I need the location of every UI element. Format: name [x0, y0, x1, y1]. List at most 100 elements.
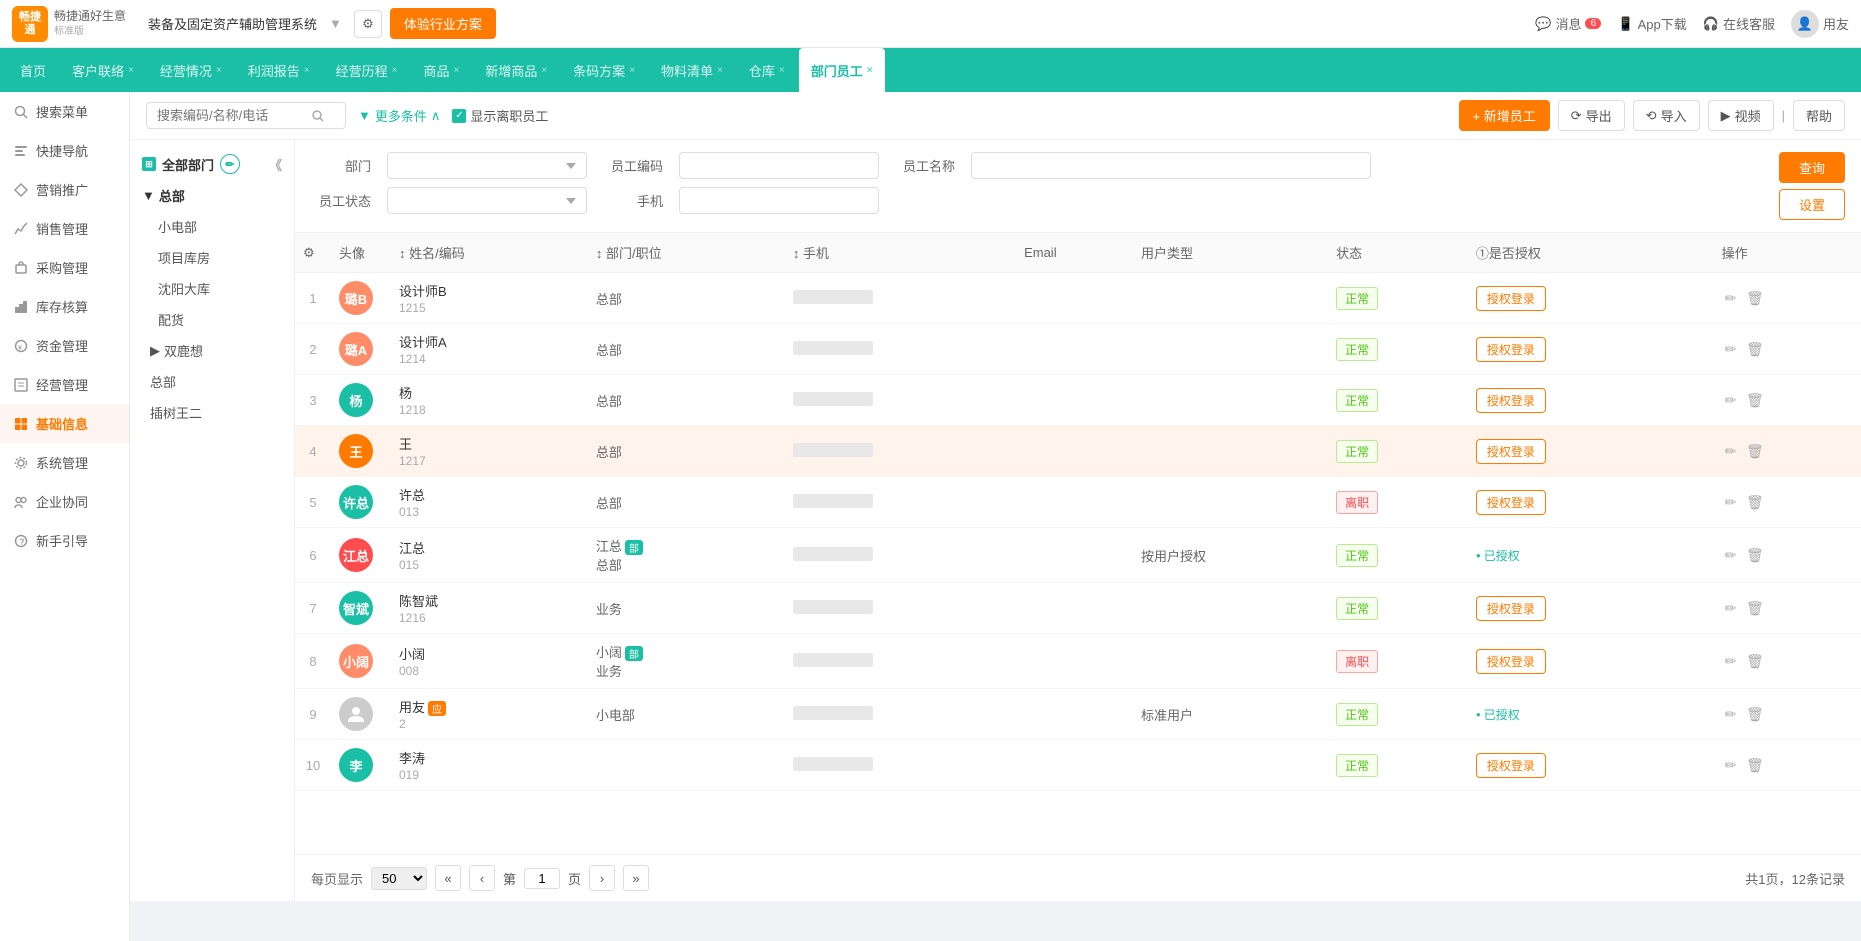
delete-btn[interactable]: 🗑 [1746, 341, 1764, 357]
user-menu[interactable]: 👤 用友 [1791, 10, 1849, 38]
phone-input[interactable] [679, 187, 879, 214]
col-settings[interactable]: ⚙ [295, 233, 331, 273]
sidebar-item-system[interactable]: 系统管理 [0, 443, 129, 482]
auth-button[interactable]: 授权登录 [1476, 337, 1546, 362]
sidebar-item-marketing[interactable]: 营销推广 [0, 170, 129, 209]
emp-code-input[interactable] [679, 152, 879, 179]
dept-item-shenyang[interactable]: 沈阳大库 [130, 273, 294, 304]
online-service-button[interactable]: 🎧 在线客服 [1703, 14, 1775, 33]
sidebar-item-basic[interactable]: 基础信息 [0, 404, 129, 443]
dept-group-headquarters[interactable]: ▼ 总部 [130, 180, 294, 211]
app-download-button[interactable]: 📱 App下载 [1617, 14, 1686, 33]
delete-btn[interactable]: 🗑 [1746, 392, 1764, 408]
tab-warehouse[interactable]: 仓库 × [737, 48, 797, 92]
dropdown-arrow[interactable]: ▼ [329, 16, 342, 31]
auth-button[interactable]: 授权登录 [1476, 596, 1546, 621]
tab-goods[interactable]: 商品 × [411, 48, 471, 92]
search-input[interactable] [157, 108, 307, 123]
sidebar-item-stock[interactable]: 库存核算 [0, 287, 129, 326]
edit-btn[interactable]: ✏ [1725, 443, 1737, 459]
edit-btn[interactable]: ✏ [1725, 757, 1737, 773]
status-badge: 离职 [1336, 491, 1378, 514]
search-icon-btn[interactable] [311, 109, 325, 123]
first-page-btn[interactable]: « [435, 865, 461, 891]
more-conditions-btn[interactable]: ▼ 更多条件 ∧ [358, 106, 440, 125]
dept-collapse-btn[interactable]: 《 [269, 155, 282, 174]
sidebar-item-nav[interactable]: 快捷导航 [0, 131, 129, 170]
edit-btn[interactable]: ✏ [1725, 706, 1737, 722]
dept-select[interactable] [387, 152, 587, 179]
delete-btn[interactable]: 🗑 [1746, 443, 1764, 459]
messages-button[interactable]: 💬 消息 6 [1535, 14, 1601, 33]
col-name[interactable]: ↕ 姓名/编码 [391, 233, 588, 273]
tab-employees[interactable]: 部门员工 × [799, 48, 885, 92]
edit-btn[interactable]: ✏ [1725, 547, 1737, 563]
edit-btn[interactable]: ✏ [1725, 600, 1737, 616]
tab-business-status[interactable]: 经营情况 × [148, 48, 234, 92]
sidebar-item-search[interactable]: 搜索菜单 [0, 92, 129, 131]
dept-item-zongbu[interactable]: 总部 [130, 366, 294, 397]
tab-business-history[interactable]: 经营历程 × [324, 48, 410, 92]
export-button[interactable]: ⟳ 导出 [1558, 100, 1625, 131]
query-button[interactable]: 查询 [1779, 152, 1845, 183]
auth-button[interactable]: 授权登录 [1476, 649, 1546, 674]
dept-item-xiaodian[interactable]: 小电部 [130, 211, 294, 242]
auth-button[interactable]: 授权登录 [1476, 439, 1546, 464]
sales-icon [14, 222, 28, 236]
dept-item-chushu[interactable]: 插树王二 [130, 397, 294, 428]
edit-btn[interactable]: ✏ [1725, 290, 1737, 306]
tab-profit-report[interactable]: 利润报告 × [236, 48, 322, 92]
tab-new-goods[interactable]: 新增商品 × [473, 48, 559, 92]
delete-btn[interactable]: 🗑 [1746, 706, 1764, 722]
show-resigned-toggle[interactable]: ✓ 显示离职员工 [452, 106, 548, 125]
edit-btn[interactable]: ✏ [1725, 494, 1737, 510]
row-num: 2 [295, 324, 331, 375]
view-button[interactable]: ▶ 视频 [1708, 100, 1774, 131]
edit-btn[interactable]: ✏ [1725, 653, 1737, 669]
dept-item-shuanglu[interactable]: ▶ 双鹿想 [130, 335, 294, 366]
dept-item-peihuo[interactable]: 配货 [130, 304, 294, 335]
dept-item-project[interactable]: 项目库房 [130, 242, 294, 273]
help-button[interactable]: 帮助 [1793, 100, 1845, 131]
row-name: 江总015 [391, 528, 588, 583]
sidebar-item-cooperation[interactable]: 企业协同 [0, 482, 129, 521]
delete-btn[interactable]: 🗑 [1746, 653, 1764, 669]
auth-button[interactable]: 授权登录 [1476, 753, 1546, 778]
trial-button[interactable]: 体验行业方案 [390, 8, 496, 39]
delete-btn[interactable]: 🗑 [1746, 494, 1764, 510]
next-page-btn[interactable]: › [589, 865, 615, 891]
sidebar-item-finance[interactable]: ¥ 资金管理 [0, 326, 129, 365]
add-employee-button[interactable]: + 新增员工 [1459, 100, 1550, 131]
settings-icon[interactable]: ⚙ [354, 10, 382, 38]
auth-button[interactable]: 授权登录 [1476, 388, 1546, 413]
col-dept[interactable]: ↕ 部门/职位 [588, 233, 785, 273]
dept-edit-btn[interactable]: ✏ [220, 154, 240, 174]
sidebar-item-business[interactable]: 经营管理 [0, 365, 129, 404]
tab-barcode[interactable]: 条码方案 × [561, 48, 647, 92]
row-email [1016, 634, 1133, 689]
last-page-btn[interactable]: » [623, 865, 649, 891]
sidebar-item-guide[interactable]: ? 新手引导 [0, 521, 129, 560]
emp-name-input[interactable] [971, 152, 1371, 179]
sidebar-item-purchase[interactable]: 采购管理 [0, 248, 129, 287]
delete-btn[interactable]: 🗑 [1746, 290, 1764, 306]
delete-btn[interactable]: 🗑 [1746, 600, 1764, 616]
edit-btn[interactable]: ✏ [1725, 392, 1737, 408]
col-phone[interactable]: ↕ 手机 [785, 233, 1016, 273]
emp-status-select[interactable] [387, 187, 587, 214]
show-resigned-checkbox[interactable]: ✓ [452, 109, 466, 123]
set-button[interactable]: 设置 [1779, 189, 1845, 220]
delete-btn[interactable]: 🗑 [1746, 757, 1764, 773]
sidebar-item-sales[interactable]: 销售管理 [0, 209, 129, 248]
auth-button[interactable]: 授权登录 [1476, 490, 1546, 515]
page-size-select[interactable]: 50 100 [371, 867, 427, 890]
import-button[interactable]: ⟲ 导入 [1633, 100, 1700, 131]
page-number-input[interactable] [524, 868, 560, 889]
tab-bom[interactable]: 物料清单 × [649, 48, 735, 92]
auth-button[interactable]: 授权登录 [1476, 286, 1546, 311]
prev-page-btn[interactable]: ‹ [469, 865, 495, 891]
tab-customer[interactable]: 客户联络 × [60, 48, 146, 92]
tab-home[interactable]: 首页 [8, 48, 58, 92]
edit-btn[interactable]: ✏ [1725, 341, 1737, 357]
delete-btn[interactable]: 🗑 [1746, 547, 1764, 563]
